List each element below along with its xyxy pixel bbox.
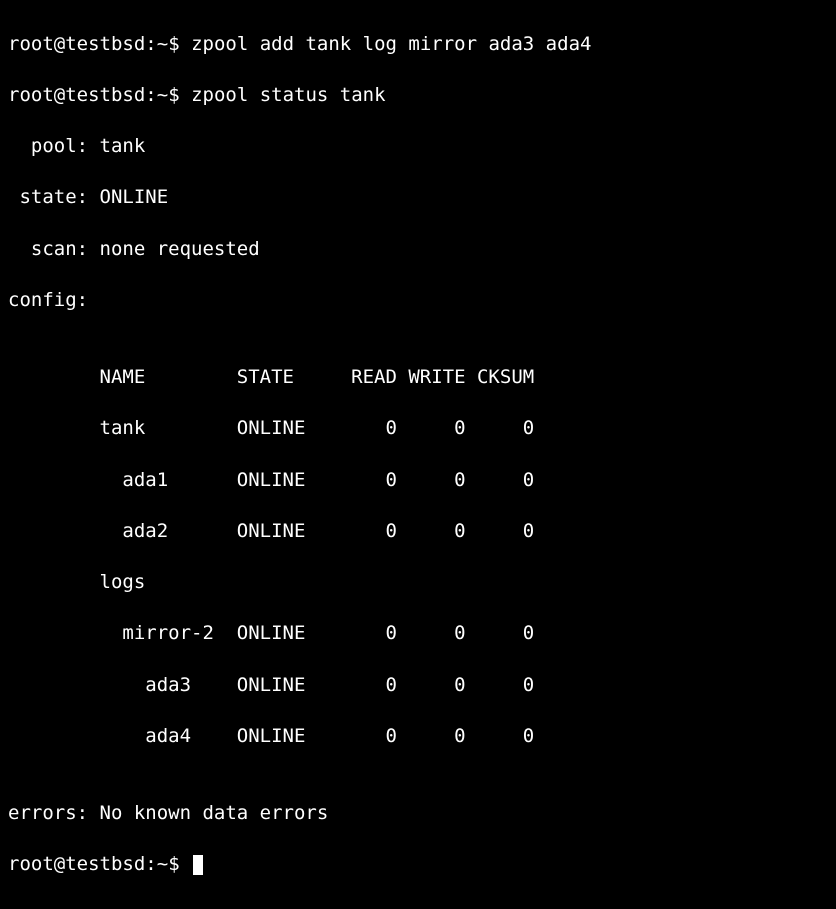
prompt-suffix: $ xyxy=(168,853,191,875)
table-row: ada4 ONLINE 0 0 0 xyxy=(8,724,828,750)
cwd: ~ xyxy=(157,853,168,875)
user-host: root@testbsd xyxy=(8,33,145,55)
errors-line: errors: No known data errors xyxy=(8,801,828,827)
cwd: ~ xyxy=(157,84,168,106)
sep: : xyxy=(145,84,156,106)
prompt-line-1: root@testbsd:~$ zpool add tank log mirro… xyxy=(8,32,828,58)
sep: : xyxy=(145,33,156,55)
pool-line: pool: tank xyxy=(8,134,828,160)
config-line: config: xyxy=(8,288,828,314)
user-host: root@testbsd xyxy=(8,84,145,106)
table-row: ada3 ONLINE 0 0 0 xyxy=(8,673,828,699)
command-2: zpool status tank xyxy=(191,84,385,106)
terminal[interactable]: root@testbsd:~$ zpool add tank log mirro… xyxy=(0,0,836,909)
prompt-line-2: root@testbsd:~$ zpool status tank xyxy=(8,83,828,109)
command-1: zpool add tank log mirror ada3 ada4 xyxy=(191,33,591,55)
table-row: tank ONLINE 0 0 0 xyxy=(8,416,828,442)
table-header: NAME STATE READ WRITE CKSUM xyxy=(8,365,828,391)
table-row: ada2 ONLINE 0 0 0 xyxy=(8,519,828,545)
prompt-suffix: $ xyxy=(168,33,191,55)
scan-line: scan: none requested xyxy=(8,237,828,263)
table-row: ada1 ONLINE 0 0 0 xyxy=(8,468,828,494)
user-host: root@testbsd xyxy=(8,853,145,875)
table-row: logs xyxy=(8,570,828,596)
cwd: ~ xyxy=(157,33,168,55)
state-line: state: ONLINE xyxy=(8,185,828,211)
prompt-line-3[interactable]: root@testbsd:~$ xyxy=(8,852,828,878)
sep: : xyxy=(145,853,156,875)
cursor-icon xyxy=(193,855,203,875)
prompt-suffix: $ xyxy=(168,84,191,106)
table-row: mirror-2 ONLINE 0 0 0 xyxy=(8,621,828,647)
